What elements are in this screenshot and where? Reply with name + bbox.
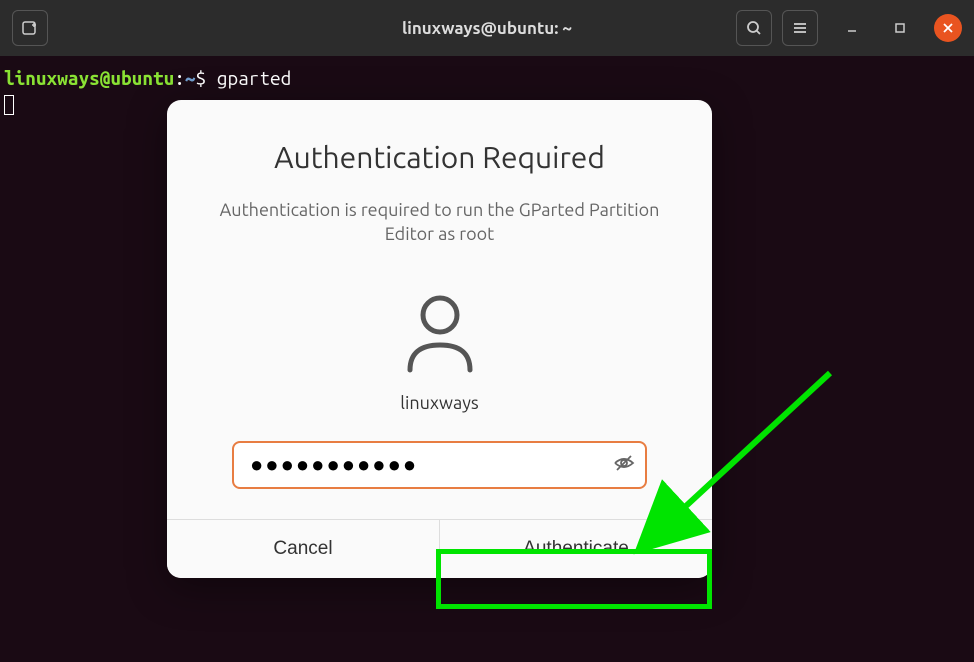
prompt-path: ~ bbox=[185, 67, 196, 89]
maximize-icon bbox=[894, 22, 906, 34]
terminal-line: linuxways@ubuntu:~$ gparted bbox=[4, 66, 970, 91]
close-icon bbox=[942, 22, 954, 34]
titlebar-controls bbox=[736, 10, 962, 46]
menu-button[interactable] bbox=[782, 10, 818, 46]
titlebar: linuxways@ubuntu: ~ bbox=[0, 0, 974, 56]
hamburger-icon bbox=[791, 19, 809, 37]
authentication-dialog: Authentication Required Authentication i… bbox=[167, 100, 712, 578]
reveal-password-button[interactable] bbox=[613, 452, 635, 478]
maximize-button[interactable] bbox=[886, 14, 914, 42]
dialog-title: Authentication Required bbox=[203, 140, 676, 174]
terminal-cursor bbox=[4, 95, 14, 115]
password-input[interactable] bbox=[232, 441, 647, 489]
password-wrapper bbox=[232, 441, 647, 489]
prompt-dollar: $ bbox=[196, 67, 217, 89]
new-tab-icon bbox=[21, 19, 39, 37]
authenticate-button[interactable]: Authenticate bbox=[440, 520, 712, 578]
dialog-content: Authentication Required Authentication i… bbox=[167, 100, 712, 519]
prompt-user: linuxways@ubuntu bbox=[4, 67, 174, 89]
eye-slash-icon bbox=[613, 452, 635, 474]
close-button[interactable] bbox=[934, 14, 962, 42]
minimize-button[interactable] bbox=[838, 14, 866, 42]
minimize-icon bbox=[846, 22, 858, 34]
new-tab-button[interactable] bbox=[12, 10, 48, 46]
dialog-message: Authentication is required to run the GP… bbox=[203, 198, 676, 247]
username-label: linuxways bbox=[203, 393, 676, 413]
search-button[interactable] bbox=[736, 10, 772, 46]
user-section: linuxways bbox=[203, 295, 676, 413]
prompt-colon: : bbox=[174, 67, 185, 89]
dialog-buttons: Cancel Authenticate bbox=[167, 519, 712, 578]
cancel-button[interactable]: Cancel bbox=[167, 520, 440, 578]
terminal-command: gparted bbox=[217, 67, 291, 89]
window-title: linuxways@ubuntu: ~ bbox=[402, 19, 572, 38]
search-icon bbox=[745, 19, 763, 37]
avatar-icon bbox=[405, 295, 475, 377]
